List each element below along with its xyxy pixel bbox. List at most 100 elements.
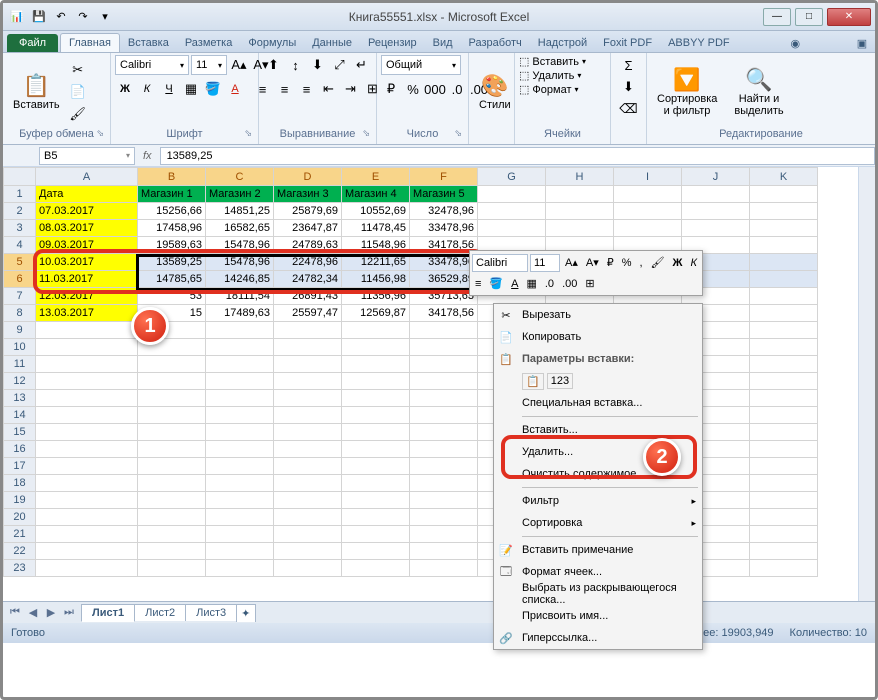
- cell-D14[interactable]: [274, 407, 342, 424]
- col-header-D[interactable]: D: [274, 168, 342, 186]
- font-color-button[interactable]: A: [225, 79, 245, 99]
- font-size-select[interactable]: 11▾: [191, 55, 227, 75]
- row-header-23[interactable]: 23: [4, 560, 36, 577]
- cell-D10[interactable]: [274, 339, 342, 356]
- row-header-10[interactable]: 10: [4, 339, 36, 356]
- row-header-15[interactable]: 15: [4, 424, 36, 441]
- cell-B21[interactable]: [138, 526, 206, 543]
- fill-color-button[interactable]: 🪣: [203, 79, 223, 99]
- help-icon[interactable]: ◉: [786, 34, 804, 52]
- number-format-select[interactable]: Общий▾: [381, 55, 461, 75]
- tab-foxit[interactable]: Foxit PDF: [595, 34, 660, 52]
- cell-B4[interactable]: 19589,63: [138, 237, 206, 254]
- ctx-comment[interactable]: 📝Вставить примечание: [494, 539, 702, 561]
- cell-K11[interactable]: [750, 356, 818, 373]
- cell-H2[interactable]: [546, 203, 614, 220]
- cell-K20[interactable]: [750, 509, 818, 526]
- ctx-paste-options[interactable]: 📋123: [494, 370, 702, 392]
- maximize-button[interactable]: □: [795, 8, 823, 26]
- align-left-icon[interactable]: ≡: [253, 79, 273, 99]
- cell-A10[interactable]: [36, 339, 138, 356]
- align-top-icon[interactable]: ⬆: [264, 55, 284, 75]
- cell-C12[interactable]: [206, 373, 274, 390]
- cell-F10[interactable]: [410, 339, 478, 356]
- cell-D7[interactable]: 26891,43: [274, 288, 342, 305]
- cell-C7[interactable]: 18111,54: [206, 288, 274, 305]
- cell-D11[interactable]: [274, 356, 342, 373]
- align-right-icon[interactable]: ≡: [297, 79, 317, 99]
- ctx-filter[interactable]: Фильтр▸: [494, 490, 702, 512]
- cell-B14[interactable]: [138, 407, 206, 424]
- tab-data[interactable]: Данные: [304, 34, 360, 52]
- col-header-F[interactable]: F: [410, 168, 478, 186]
- cell-E11[interactable]: [342, 356, 410, 373]
- formula-input[interactable]: 13589,25: [160, 147, 875, 165]
- cell-I1[interactable]: [614, 186, 682, 203]
- cell-B22[interactable]: [138, 543, 206, 560]
- tab-addins[interactable]: Надстрой: [530, 34, 595, 52]
- cell-F9[interactable]: [410, 322, 478, 339]
- worksheet-grid[interactable]: ABCDEFGHIJK1ДатаМагазин 1Магазин 2Магази…: [3, 167, 875, 601]
- sheet-nav-first-icon[interactable]: ⏮: [7, 605, 23, 621]
- cell-K6[interactable]: [750, 271, 818, 288]
- cell-E15[interactable]: [342, 424, 410, 441]
- tab-layout[interactable]: Разметка: [177, 34, 241, 52]
- cell-E10[interactable]: [342, 339, 410, 356]
- row-header-9[interactable]: 9: [4, 322, 36, 339]
- cell-D5[interactable]: 22478,96: [274, 254, 342, 271]
- cell-K16[interactable]: [750, 441, 818, 458]
- sheet-tab-2[interactable]: Лист2: [134, 604, 186, 621]
- copy-icon[interactable]: 📄: [68, 82, 88, 102]
- row-header-5[interactable]: 5: [4, 254, 36, 271]
- cell-B20[interactable]: [138, 509, 206, 526]
- row-header-16[interactable]: 16: [4, 441, 36, 458]
- cell-B9[interactable]: [138, 322, 206, 339]
- cell-D3[interactable]: 23647,87: [274, 220, 342, 237]
- cell-C20[interactable]: [206, 509, 274, 526]
- cell-C3[interactable]: 16582,65: [206, 220, 274, 237]
- cell-E5[interactable]: 12211,65: [342, 254, 410, 271]
- cell-E22[interactable]: [342, 543, 410, 560]
- cell-C8[interactable]: 17489,63: [206, 305, 274, 322]
- file-tab[interactable]: Файл: [7, 34, 58, 52]
- row-header-13[interactable]: 13: [4, 390, 36, 407]
- mini-align-icon[interactable]: ≡: [472, 275, 484, 293]
- cell-I3[interactable]: [614, 220, 682, 237]
- row-header-12[interactable]: 12: [4, 373, 36, 390]
- cell-D15[interactable]: [274, 424, 342, 441]
- cell-E7[interactable]: 11356,96: [342, 288, 410, 305]
- cell-A23[interactable]: [36, 560, 138, 577]
- cell-E19[interactable]: [342, 492, 410, 509]
- cell-D20[interactable]: [274, 509, 342, 526]
- tab-home[interactable]: Главная: [60, 33, 120, 52]
- cell-B11[interactable]: [138, 356, 206, 373]
- cell-F16[interactable]: [410, 441, 478, 458]
- tab-review[interactable]: Рецензир: [360, 34, 425, 52]
- cell-J1[interactable]: [682, 186, 750, 203]
- ctx-paste-special[interactable]: Специальная вставка...: [494, 392, 702, 414]
- close-button[interactable]: ✕: [827, 8, 871, 26]
- mini-font-name[interactable]: Calibri: [472, 254, 528, 272]
- name-box[interactable]: B5▾: [39, 147, 135, 165]
- cell-A15[interactable]: [36, 424, 138, 441]
- cell-C13[interactable]: [206, 390, 274, 407]
- cell-C21[interactable]: [206, 526, 274, 543]
- cell-C2[interactable]: 14851,25: [206, 203, 274, 220]
- col-header-C[interactable]: C: [206, 168, 274, 186]
- cell-K2[interactable]: [750, 203, 818, 220]
- mini-bold-button[interactable]: Ж: [670, 254, 686, 272]
- fill-icon[interactable]: ⬇: [619, 77, 639, 97]
- cell-A12[interactable]: [36, 373, 138, 390]
- cell-B15[interactable]: [138, 424, 206, 441]
- cell-A8[interactable]: 13.03.2017: [36, 305, 138, 322]
- italic-button[interactable]: К: [137, 79, 157, 99]
- cell-B23[interactable]: [138, 560, 206, 577]
- cell-E18[interactable]: [342, 475, 410, 492]
- tab-formulas[interactable]: Формулы: [240, 34, 304, 52]
- cell-F11[interactable]: [410, 356, 478, 373]
- row-header-20[interactable]: 20: [4, 509, 36, 526]
- fx-icon[interactable]: fx: [143, 150, 152, 162]
- cell-B6[interactable]: 14785,65: [138, 271, 206, 288]
- cell-K4[interactable]: [750, 237, 818, 254]
- row-header-2[interactable]: 2: [4, 203, 36, 220]
